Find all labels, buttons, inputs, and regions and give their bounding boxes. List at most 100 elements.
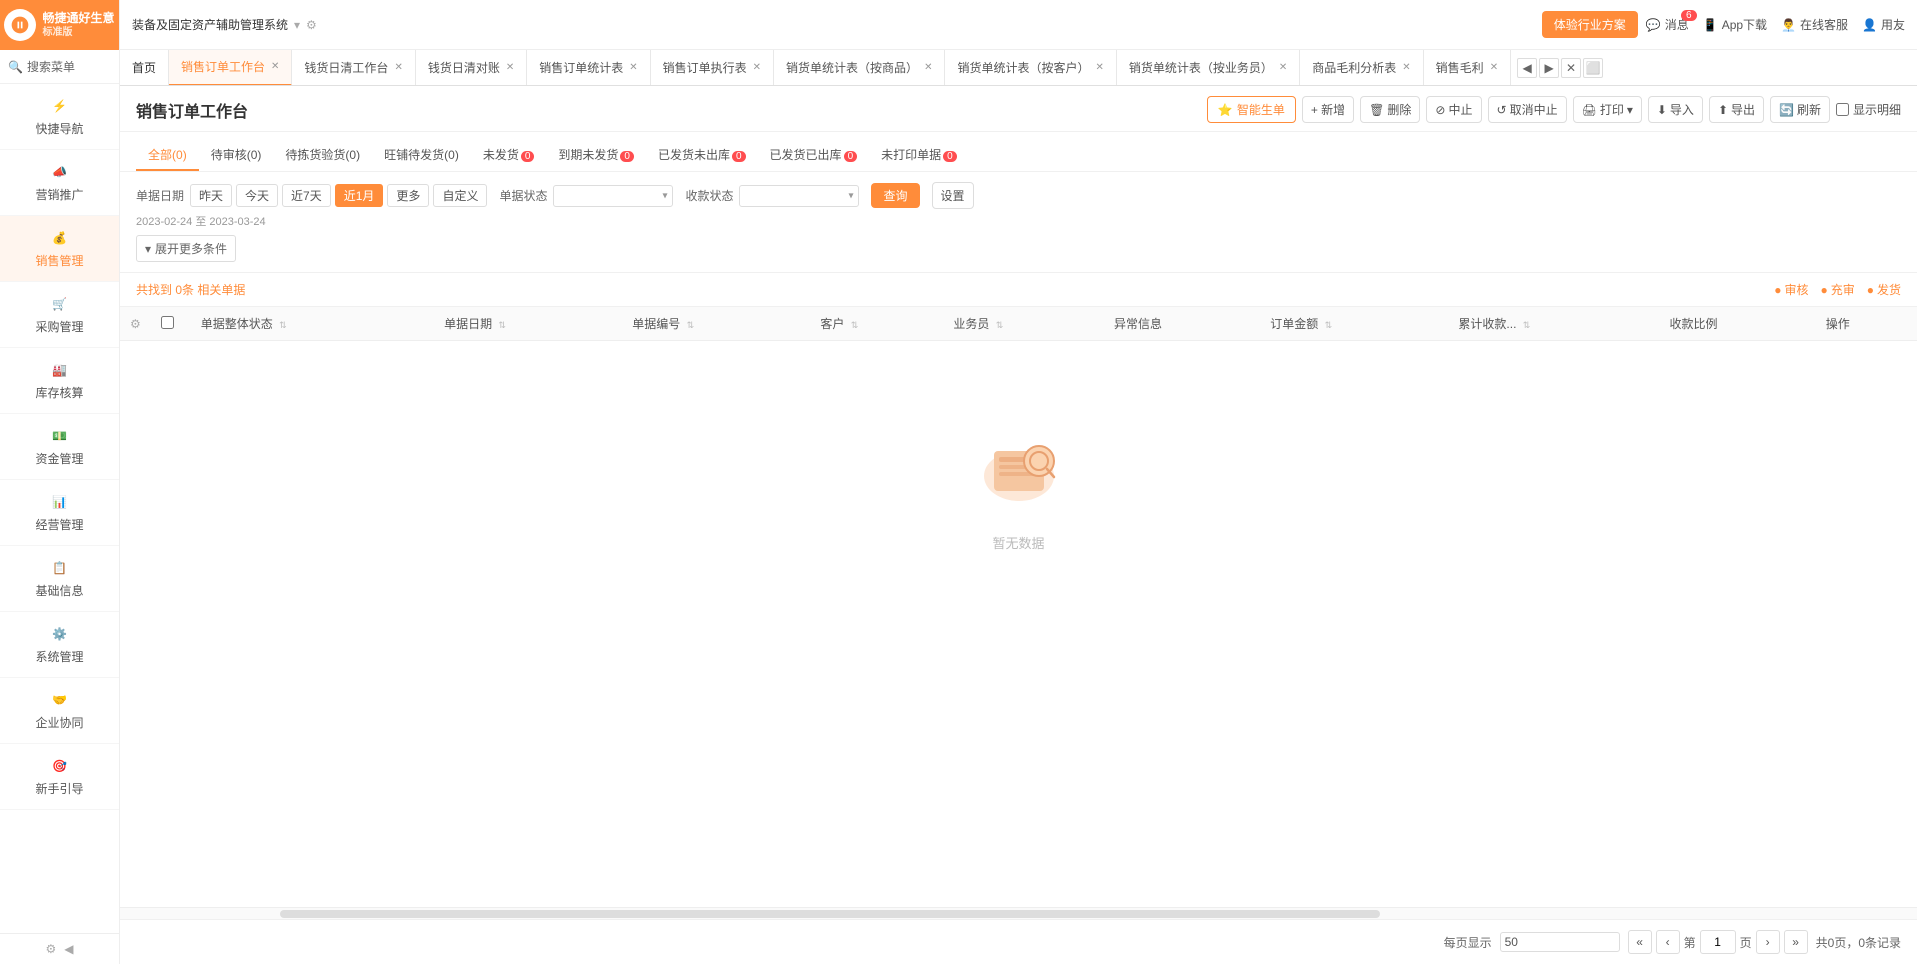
date-btn-today[interactable]: 今天 (236, 184, 278, 207)
tab-maximize-button[interactable]: ⬜ (1583, 58, 1603, 78)
import-button[interactable]: ⬇ 导入 (1648, 96, 1703, 123)
tab-sales-exec[interactable]: 销售订单执行表 ✕ (651, 50, 774, 86)
sort-status-icon[interactable]: ⇅ (279, 320, 287, 330)
tab-close-sales-by-staff[interactable]: ✕ (1279, 62, 1287, 73)
dropdown-icon[interactable]: ▾ (294, 18, 300, 32)
date-btn-custom[interactable]: 自定义 (433, 184, 487, 207)
first-page-button[interactable]: « (1628, 930, 1652, 954)
tab-close-sales-workbench[interactable]: ✕ (271, 61, 279, 72)
sub-tab-shipped-out[interactable]: 已发货已出库0 (758, 140, 870, 171)
ship-action[interactable]: ● 发货 (1867, 281, 1901, 298)
sub-tab-not-shipped[interactable]: 未发货0 (471, 140, 547, 171)
show-details-checkbox[interactable]: 显示明细 (1836, 101, 1901, 118)
sidebar-item-inventory[interactable]: 🏭 库存核算 (0, 348, 119, 414)
sidebar-item-finance[interactable]: 💵 资金管理 (0, 414, 119, 480)
expand-conditions-button[interactable]: ▾ 展开更多条件 (136, 235, 236, 262)
print-button[interactable]: 🖨 打印 ▾ (1573, 96, 1642, 123)
date-btn-7days[interactable]: 近7天 (282, 184, 331, 207)
review-dot: ● (1774, 283, 1781, 297)
sub-tab-shipped-not-out[interactable]: 已发货未出库0 (646, 140, 758, 171)
smart-create-button[interactable]: ⭐ 智能生单 (1207, 96, 1296, 123)
cancel-review-action[interactable]: ● 充审 (1820, 281, 1854, 298)
last-page-button[interactable]: » (1784, 930, 1808, 954)
tab-next-button[interactable]: ▶ (1539, 58, 1559, 78)
search-button[interactable]: 查询 (871, 183, 919, 208)
tab-sales-by-customer[interactable]: 销货单统计表（按客户） ✕ (945, 50, 1116, 86)
sub-tab-pending-review[interactable]: 待审核(0) (199, 140, 274, 171)
sidebar-item-system[interactable]: ⚙️ 系统管理 (0, 612, 119, 678)
prev-page-button[interactable]: ‹ (1656, 930, 1680, 954)
sort-customer-icon[interactable]: ⇅ (851, 320, 859, 330)
review-action[interactable]: ● 审核 (1774, 281, 1808, 298)
tab-close-sales-by-customer[interactable]: ✕ (1095, 62, 1103, 73)
sub-tab-pending-inspect[interactable]: 待拣货验货(0) (273, 140, 372, 171)
tab-close-sales-exec[interactable]: ✕ (753, 62, 761, 73)
user-item[interactable]: 👤 用友 (1862, 16, 1905, 33)
sidebar-item-enterprise[interactable]: 🤝 企业协同 (0, 678, 119, 744)
search-menu[interactable]: 🔍 搜索菜单 (0, 50, 119, 84)
tab-sales-by-product[interactable]: 销货单统计表（按商品） ✕ (774, 50, 945, 86)
tab-sales-by-staff[interactable]: 销货单统计表（按业务员） ✕ (1117, 50, 1300, 86)
sub-tab-overdue-not-shipped[interactable]: 到期未发货0 (546, 140, 646, 171)
tab-sales-margin[interactable]: 销售毛利 ✕ (1424, 50, 1511, 86)
date-btn-1month[interactable]: 近1月 (335, 184, 384, 207)
tab-close-sales-by-product[interactable]: ✕ (924, 62, 932, 73)
tab-home[interactable]: 首页 (120, 50, 169, 86)
tab-close-cash-daily[interactable]: ✕ (394, 62, 402, 73)
tab-cash-reconcile[interactable]: 钱货日清对账 ✕ (416, 50, 527, 86)
delete-button[interactable]: 🗑 删除 (1360, 96, 1420, 123)
payment-select[interactable] (739, 185, 859, 207)
horizontal-scrollbar[interactable] (120, 907, 1917, 919)
tab-cash-daily[interactable]: 钱货日清工作台 ✕ (292, 50, 415, 86)
collapse-icon[interactable]: ◀ (64, 942, 73, 956)
message-item[interactable]: 💬 消息 6 (1646, 16, 1689, 33)
page-number-input[interactable] (1700, 930, 1736, 954)
app-download-item[interactable]: 📱 App下载 (1703, 16, 1767, 33)
page-size-select[interactable]: 50 20 100 (1500, 932, 1620, 952)
suspend-button[interactable]: ⊘ 中止 (1426, 96, 1481, 123)
sidebar-item-quick-nav[interactable]: ⚡ 快捷导航 (0, 84, 119, 150)
column-settings-icon[interactable]: ⚙ (130, 317, 141, 331)
sidebar-item-marketing[interactable]: 📣 营销推广 (0, 150, 119, 216)
tab-close-gross-profit[interactable]: ✕ (1402, 62, 1410, 73)
sort-amount-icon[interactable]: ⇅ (1325, 320, 1333, 330)
sort-number-icon[interactable]: ⇅ (687, 320, 695, 330)
tab-close-sales-stats[interactable]: ✕ (629, 62, 637, 73)
sort-collected-icon[interactable]: ⇅ (1523, 320, 1531, 330)
tab-close-sales-margin[interactable]: ✕ (1490, 62, 1498, 73)
industry-solution-button[interactable]: 体验行业方案 (1542, 11, 1638, 38)
sub-tab-not-printed[interactable]: 未打印单据0 (869, 140, 969, 171)
tab-close-cash-reconcile[interactable]: ✕ (506, 62, 514, 73)
tab-prev-button[interactable]: ◀ (1517, 58, 1537, 78)
status-select[interactable] (553, 185, 673, 207)
scrollbar-thumb[interactable] (280, 910, 1380, 918)
online-service-item[interactable]: 👨‍💼 在线客服 (1781, 16, 1848, 33)
tab-sales-workbench[interactable]: 销售订单工作台 ✕ (169, 50, 292, 86)
refresh-button[interactable]: 🔄 刷新 (1770, 96, 1830, 123)
settings-icon[interactable]: ⚙ (306, 18, 317, 32)
select-all-checkbox[interactable] (161, 316, 174, 329)
show-details-input[interactable] (1836, 103, 1849, 116)
tab-gross-profit[interactable]: 商品毛利分析表 ✕ (1300, 50, 1423, 86)
settings-icon[interactable]: ⚙ (46, 942, 57, 956)
settings-filter-button[interactable]: 设置 (932, 182, 974, 209)
tab-close-all-button[interactable]: ✕ (1561, 58, 1581, 78)
sidebar-item-basic-info[interactable]: 📋 基础信息 (0, 546, 119, 612)
export-button[interactable]: ⬆ 导出 (1709, 96, 1764, 123)
sub-tab-all[interactable]: 全部(0) (136, 140, 199, 171)
next-page-button[interactable]: › (1756, 930, 1780, 954)
cancel-suspend-button[interactable]: ↺ 取消中止 (1488, 96, 1567, 123)
tab-sales-stats[interactable]: 销售订单统计表 ✕ (527, 50, 650, 86)
sidebar-item-operations[interactable]: 📊 经营管理 (0, 480, 119, 546)
date-btn-more[interactable]: 更多 (387, 184, 429, 207)
sidebar-item-guide[interactable]: 🎯 新手引导 (0, 744, 119, 810)
system-title: 装备及固定资产辅助管理系统 ▾ ⚙ (132, 16, 1534, 33)
cancel-suspend-icon: ↺ (1497, 103, 1507, 117)
sidebar-item-sales[interactable]: 💰 销售管理 (0, 216, 119, 282)
sort-staff-icon[interactable]: ⇅ (996, 320, 1004, 330)
sub-tab-wangpu[interactable]: 旺铺待发货(0) (372, 140, 471, 171)
sort-date-icon[interactable]: ⇅ (498, 320, 506, 330)
sidebar-item-purchase[interactable]: 🛒 采购管理 (0, 282, 119, 348)
date-btn-yesterday[interactable]: 昨天 (190, 184, 232, 207)
add-button[interactable]: + 新增 (1302, 96, 1354, 123)
